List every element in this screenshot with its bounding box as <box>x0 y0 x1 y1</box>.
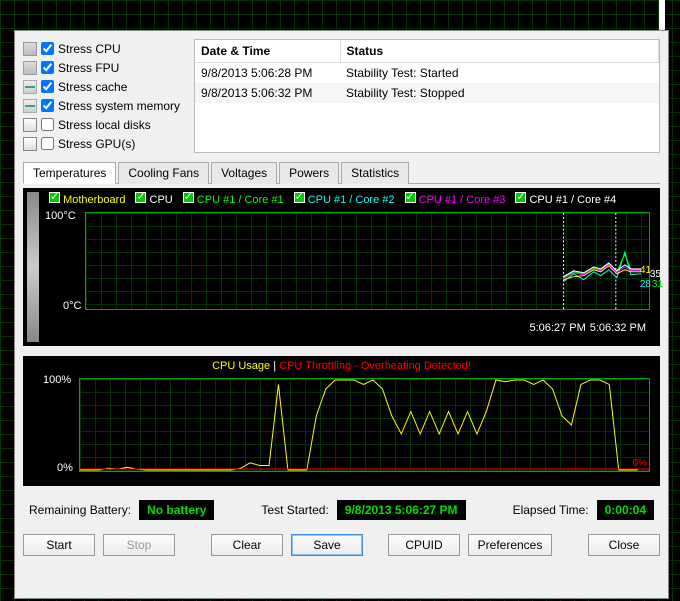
stress-disks-label: Stress local disks <box>58 118 151 132</box>
test-started-label: Test Started: <box>261 503 328 517</box>
stress-option-cache[interactable]: Stress cache <box>23 77 188 96</box>
temp-ymax: 100°C <box>45 210 76 222</box>
stress-fpu-label: Stress FPU <box>58 61 119 75</box>
test-started-value: 9/8/2013 5:06:27 PM <box>337 500 466 520</box>
xaxis-b: 5:06:32 PM <box>590 322 646 334</box>
legend-checkbox[interactable] <box>183 192 194 203</box>
legend-core3: CPU #1 / Core #3 <box>419 194 506 206</box>
temp-ymin: 0°C <box>63 300 81 312</box>
legend-checkbox[interactable] <box>294 192 305 203</box>
scale-widget[interactable] <box>27 192 39 342</box>
stress-disks-checkbox[interactable] <box>41 118 54 131</box>
legend-cpu: CPU <box>150 194 173 206</box>
legend-usage: CPU Usage <box>212 360 270 372</box>
disk-icon <box>23 118 37 132</box>
log-cell-status: Stability Test: Stopped <box>340 83 659 103</box>
stability-test-dialog: Stress CPU Stress FPU Stress cache Stres… <box>14 30 669 599</box>
temperatures-legend: Motherboard CPU CPU #1 / Core #1 CPU #1 … <box>45 192 656 206</box>
start-button[interactable]: Start <box>23 534 95 556</box>
log-header-status[interactable]: Status <box>340 40 659 63</box>
stress-memory-checkbox[interactable] <box>41 99 54 112</box>
log-cell-status: Stability Test: Started <box>340 63 659 84</box>
stress-options-list: Stress CPU Stress FPU Stress cache Stres… <box>23 39 188 153</box>
stress-option-fpu[interactable]: Stress FPU <box>23 58 188 77</box>
stress-gpu-label: Stress GPU(s) <box>58 137 135 151</box>
stress-memory-label: Stress system memory <box>58 99 180 113</box>
usage-ymax: 100% <box>43 374 71 386</box>
throttle-current: 0% <box>633 458 647 469</box>
battery-value: No battery <box>139 500 214 520</box>
log-cell-dt: 9/8/2013 5:06:32 PM <box>195 83 340 103</box>
stress-option-disks[interactable]: Stress local disks <box>23 115 188 134</box>
usage-ymin: 0% <box>57 462 73 474</box>
legend-checkbox[interactable] <box>405 192 416 203</box>
legend-core4: CPU #1 / Core #4 <box>529 194 616 206</box>
fpu-icon <box>23 61 37 75</box>
stress-option-cpu[interactable]: Stress CPU <box>23 39 188 58</box>
elapsed-value: 0:00:04 <box>597 500 654 520</box>
temp-xaxis: 5:06:27 PM 5:06:32 PM <box>529 322 646 334</box>
usage-legend: CPU Usage | CPU Throttling - Overheating… <box>27 360 656 372</box>
xaxis-a: 5:06:27 PM <box>529 322 585 334</box>
legend-checkbox[interactable] <box>49 192 60 203</box>
tab-strip: Temperatures Cooling Fans Voltages Power… <box>23 161 660 184</box>
tab-voltages[interactable]: Voltages <box>211 162 277 184</box>
temperatures-graph: 41 35 28 31 <box>85 212 650 310</box>
usage-panel: CPU Usage | CPU Throttling - Overheating… <box>23 356 660 486</box>
log-cell-dt: 9/8/2013 5:06:28 PM <box>195 63 340 84</box>
tab-cooling-fans[interactable]: Cooling Fans <box>118 162 209 184</box>
bg-stripe <box>659 0 665 30</box>
battery-label: Remaining Battery: <box>29 503 131 517</box>
clear-button[interactable]: Clear <box>211 534 283 556</box>
legend-checkbox[interactable] <box>135 192 146 203</box>
memory-icon <box>23 99 37 113</box>
preferences-button[interactable]: Preferences <box>468 534 552 556</box>
stress-fpu-checkbox[interactable] <box>41 61 54 74</box>
legend-throttling: CPU Throttling - Overheating Detected! <box>279 360 471 372</box>
log-header-datetime[interactable]: Date & Time <box>195 40 340 63</box>
event-log: Date & Time Status 9/8/2013 5:06:28 PM S… <box>194 39 660 153</box>
status-bar: Remaining Battery: No battery Test Start… <box>23 500 660 520</box>
close-button[interactable]: Close <box>588 534 660 556</box>
log-row[interactable]: 9/8/2013 5:06:28 PM Stability Test: Star… <box>195 63 659 84</box>
gpu-icon <box>23 137 37 151</box>
stress-cache-checkbox[interactable] <box>41 80 54 93</box>
legend-motherboard: Motherboard <box>63 194 125 206</box>
elapsed-label: Elapsed Time: <box>513 503 589 517</box>
stress-option-memory[interactable]: Stress system memory <box>23 96 188 115</box>
tab-powers[interactable]: Powers <box>279 162 339 184</box>
save-button[interactable]: Save <box>291 534 363 556</box>
stress-option-gpu[interactable]: Stress GPU(s) <box>23 134 188 153</box>
cpu-icon <box>23 42 37 56</box>
legend-sep: | <box>273 360 276 372</box>
tab-statistics[interactable]: Statistics <box>341 162 409 184</box>
stop-button[interactable]: Stop <box>103 534 175 556</box>
legend-checkbox[interactable] <box>515 192 526 203</box>
legend-core1: CPU #1 / Core #1 <box>197 194 284 206</box>
log-row[interactable]: 9/8/2013 5:06:32 PM Stability Test: Stop… <box>195 83 659 103</box>
cache-icon <box>23 80 37 94</box>
stress-gpu-checkbox[interactable] <box>41 137 54 150</box>
stress-cpu-checkbox[interactable] <box>41 42 54 55</box>
temp-val-28: 28 <box>640 279 651 290</box>
stress-cpu-label: Stress CPU <box>58 42 121 56</box>
tab-temperatures[interactable]: Temperatures <box>23 162 116 184</box>
temperatures-panel: Motherboard CPU CPU #1 / Core #1 CPU #1 … <box>23 188 660 346</box>
button-bar: Start Stop Clear Save CPUID Preferences … <box>23 534 660 556</box>
cpuid-button[interactable]: CPUID <box>388 534 460 556</box>
temp-val-31: 31 <box>652 279 663 290</box>
stress-cache-label: Stress cache <box>58 80 127 94</box>
legend-core2: CPU #1 / Core #2 <box>308 194 395 206</box>
usage-graph: 0% <box>79 378 650 472</box>
